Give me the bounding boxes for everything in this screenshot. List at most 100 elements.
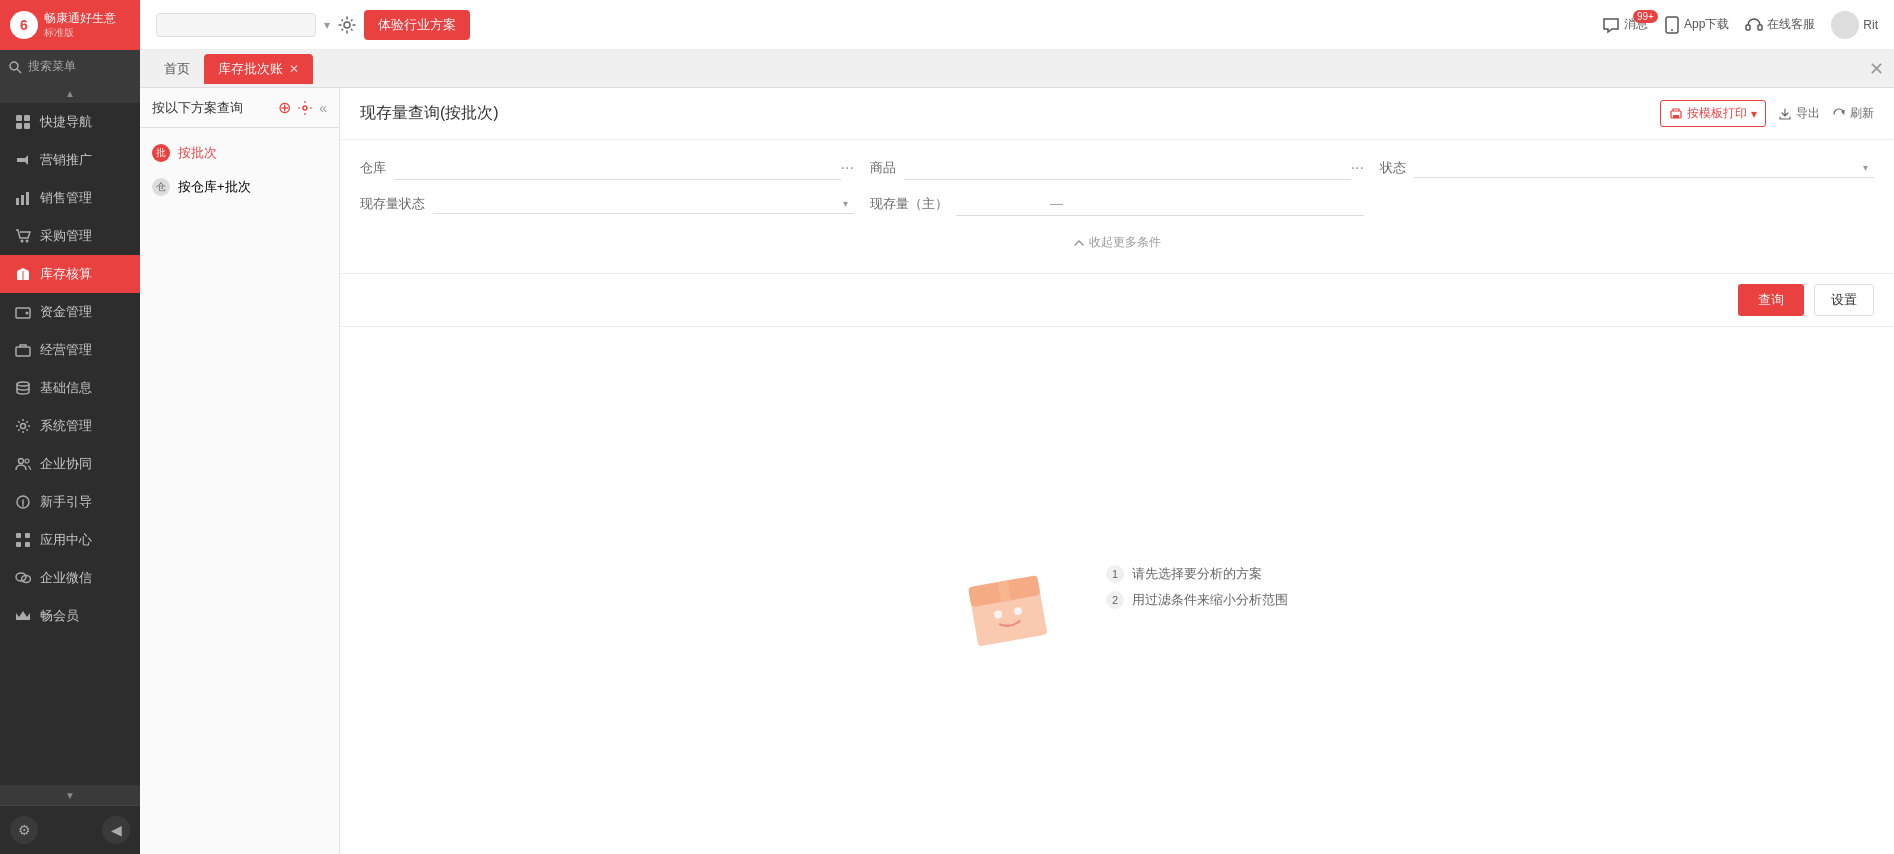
svg-rect-8 [26, 192, 29, 205]
online-service-btn[interactable]: 在线客服 [1745, 16, 1815, 34]
svg-rect-2 [16, 115, 22, 121]
tab-close-btn[interactable]: ✕ [289, 62, 299, 76]
app-logo: 6 [10, 11, 38, 39]
app-download-btn[interactable]: App下载 [1664, 16, 1729, 34]
briefcase-icon [14, 341, 32, 359]
query-btn[interactable]: 查询 [1738, 284, 1804, 316]
wechat-icon [14, 569, 32, 587]
svg-point-32 [303, 106, 307, 110]
scroll-up-btn[interactable]: ▲ [0, 83, 140, 103]
status-dropdown-arrow: ▾ [1863, 162, 1868, 173]
svg-line-1 [17, 69, 21, 73]
settings-config-btn[interactable]: 设置 [1814, 284, 1874, 316]
stock-status-dropdown[interactable]: ▾ [433, 194, 854, 214]
footer-settings-btn[interactable]: ⚙ [10, 816, 38, 844]
topbar-settings-icon[interactable] [338, 15, 356, 34]
sidebar-item-sales[interactable]: 销售管理 [0, 179, 140, 217]
sidebar-item-marketing[interactable]: 营销推广 [0, 141, 140, 179]
left-panel-collapse-btn[interactable]: « [319, 100, 327, 116]
scroll-down-btn[interactable]: ▼ [0, 785, 140, 805]
box-icon [14, 265, 32, 283]
sidebar-item-inventory[interactable]: 库存核算 [0, 255, 140, 293]
plan-item-by-batch[interactable]: 批 按批次 [140, 136, 339, 170]
online-service-label: 在线客服 [1767, 16, 1815, 33]
sidebar-item-business[interactable]: 经营管理 [0, 331, 140, 369]
plan-icon-active: 批 [152, 144, 170, 162]
topbar-right: 消息 99+ App下载 在线客服 Rit [1602, 11, 1878, 39]
page-header: 现存量查询(按批次) 按模板打印 ▾ [340, 88, 1894, 140]
page-title: 现存量查询(按批次) [360, 103, 499, 124]
nav-label: 基础信息 [40, 379, 92, 397]
sidebar-item-newbie[interactable]: 新手引导 [0, 483, 140, 521]
svg-point-10 [26, 240, 29, 243]
sidebar-item-quick-nav[interactable]: 快捷导航 [0, 103, 140, 141]
sidebar-item-apps[interactable]: 应用中心 [0, 521, 140, 559]
sidebar-item-vip[interactable]: 畅会员 [0, 597, 140, 635]
tab-home[interactable]: 首页 [150, 54, 204, 84]
user-menu[interactable]: Rit [1831, 11, 1878, 39]
plan-label: 按批次 [178, 144, 217, 162]
svg-rect-6 [16, 198, 19, 205]
sidebar-search[interactable]: 搜索菜单 [0, 50, 140, 83]
svg-point-29 [1671, 29, 1673, 31]
product-more-btn[interactable]: ··· [1351, 159, 1364, 177]
filter-row-2: 现存量状态 ▾ 现存量（主） — [360, 192, 1874, 216]
sidebar-collapse-btn[interactable]: ◀ [102, 816, 130, 844]
messages-btn[interactable]: 消息 99+ [1602, 16, 1648, 34]
stock-main-to-input[interactable] [1071, 196, 1151, 211]
export-btn[interactable]: 导出 [1778, 105, 1820, 122]
filter-area: 仓库 ··· 商品 ··· 状态 ▾ [340, 140, 1894, 274]
stock-main-from-input[interactable] [962, 196, 1042, 211]
nav-label: 营销推广 [40, 151, 92, 169]
stock-status-label: 现存量状态 [360, 195, 425, 213]
team-icon [14, 455, 32, 473]
plan-item-by-warehouse-batch[interactable]: 仓 按仓库+批次 [140, 170, 339, 204]
sidebar-item-system[interactable]: 系统管理 [0, 407, 140, 445]
topbar-dropdown-arrow[interactable]: ▾ [324, 18, 330, 32]
product-input[interactable] [904, 156, 1351, 180]
step-1-num: 1 [1106, 565, 1124, 583]
phone-icon [1664, 16, 1680, 34]
sidebar-item-purchase[interactable]: 采购管理 [0, 217, 140, 255]
nav-label: 新手引导 [40, 493, 92, 511]
plan-label: 按仓库+批次 [178, 178, 251, 196]
left-panel-actions: ⊕ « [278, 98, 327, 117]
trial-btn[interactable]: 体验行业方案 [364, 10, 470, 40]
empty-box-svg [946, 531, 1066, 651]
app-download-label: App下载 [1684, 16, 1729, 33]
svg-rect-22 [25, 533, 30, 538]
avatar [1831, 11, 1859, 39]
content-area: 按以下方案查询 ⊕ « 批 按批次 [140, 88, 1894, 854]
sidebar-item-finance[interactable]: 资金管理 [0, 293, 140, 331]
sidebar-item-wechat[interactable]: 企业微信 [0, 559, 140, 597]
nav-label: 企业协同 [40, 455, 92, 473]
collapse-filter-btn[interactable]: 收起更多条件 [360, 228, 1874, 257]
svg-rect-34 [1673, 115, 1679, 118]
print-dropdown[interactable]: ▾ [1751, 107, 1757, 121]
refresh-btn[interactable]: 刷新 [1832, 105, 1874, 122]
sidebar-item-enterprise[interactable]: 企业协同 [0, 445, 140, 483]
search-icon [8, 60, 22, 74]
status-dropdown[interactable]: ▾ [1414, 158, 1874, 178]
sidebar-item-basic[interactable]: 基础信息 [0, 369, 140, 407]
collapse-filter-label: 收起更多条件 [1089, 234, 1161, 251]
stock-main-label: 现存量（主） [870, 195, 948, 213]
apps-icon [14, 531, 32, 549]
warehouse-more-btn[interactable]: ··· [841, 159, 854, 177]
warehouse-input[interactable] [394, 156, 841, 180]
tab-close-panel-btn[interactable]: ✕ [1869, 58, 1884, 80]
product-label: 商品 [870, 159, 896, 177]
nav-label: 采购管理 [40, 227, 92, 245]
topbar-search-input[interactable] [156, 13, 316, 37]
print-label: 按模板打印 [1687, 105, 1747, 122]
action-bar: 查询 设置 [340, 274, 1894, 327]
add-plan-btn[interactable]: ⊕ [278, 98, 291, 117]
nav-label: 企业微信 [40, 569, 92, 587]
stock-status-dropdown-arrow: ▾ [843, 198, 848, 209]
plan-settings-btn[interactable] [297, 99, 313, 117]
svg-rect-24 [25, 542, 30, 547]
print-btn[interactable]: 按模板打印 ▾ [1660, 100, 1766, 127]
nav-label: 库存核算 [40, 265, 92, 283]
search-menu-label: 搜索菜单 [28, 58, 76, 75]
tab-inventory-batch[interactable]: 库存批次账 ✕ [204, 54, 313, 84]
